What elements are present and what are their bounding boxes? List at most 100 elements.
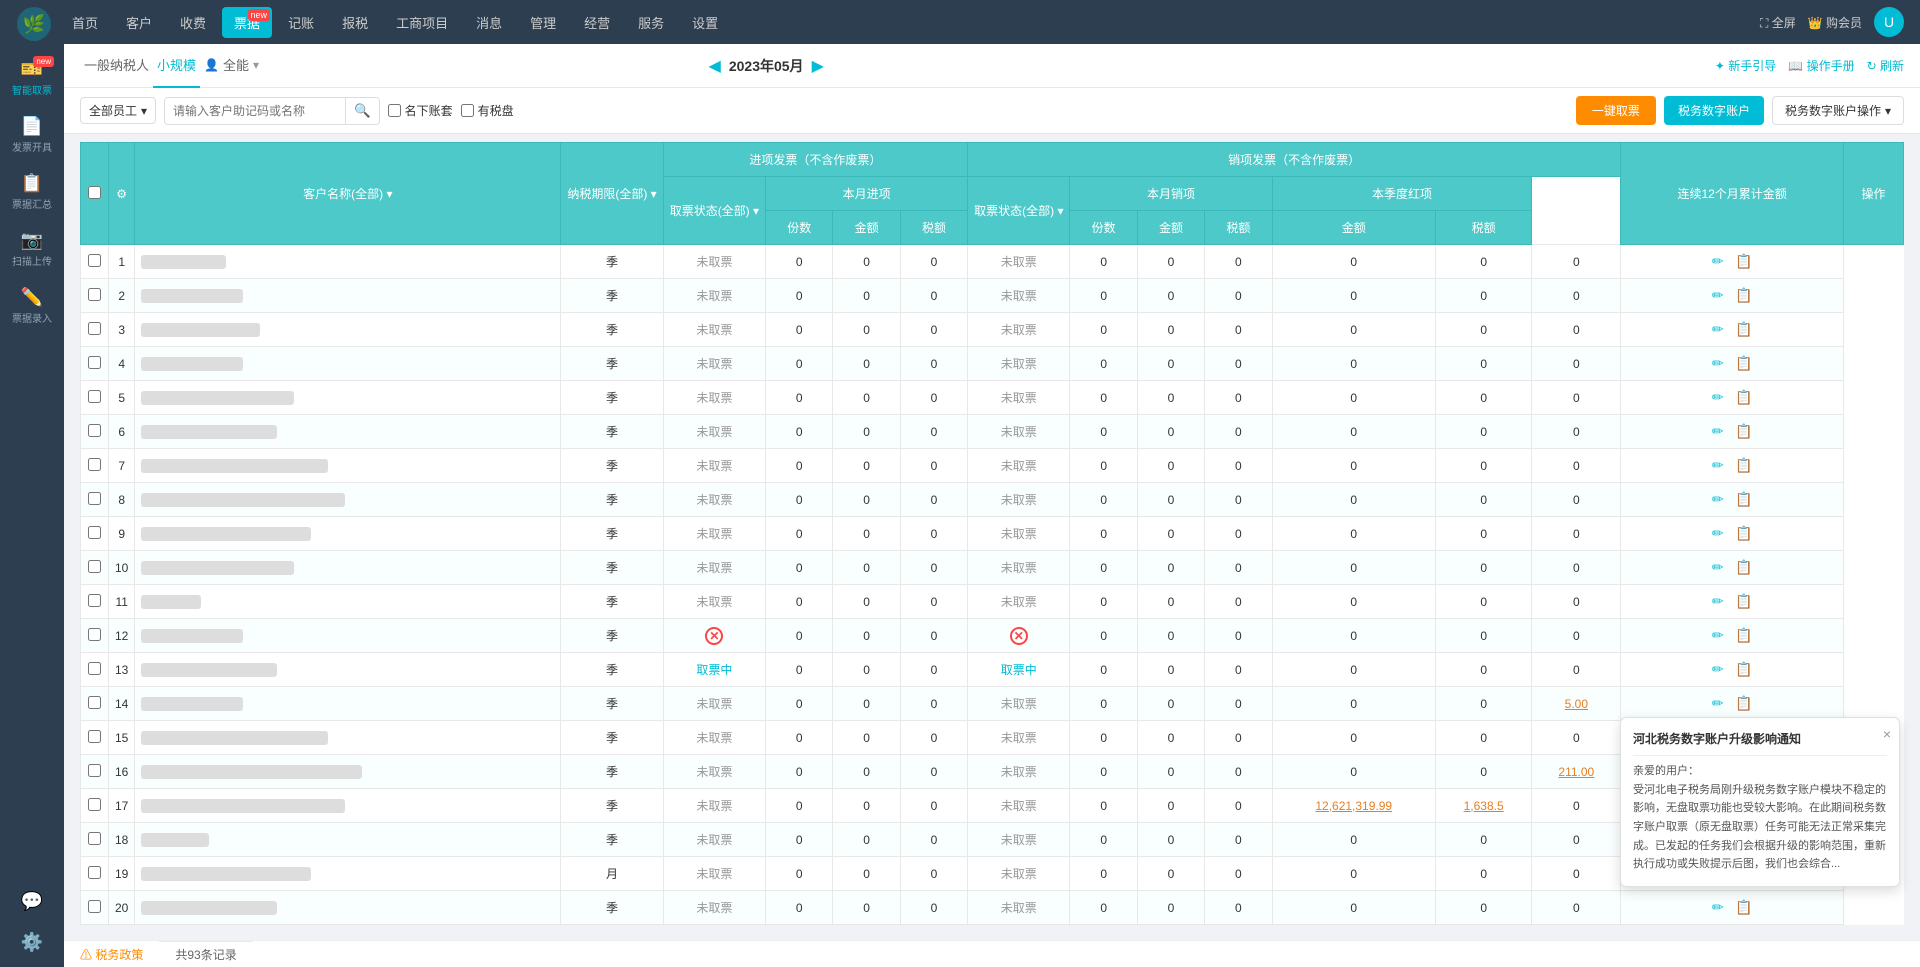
prev-month-btn[interactable]: ◀ xyxy=(709,56,721,76)
copy-btn[interactable]: 📋 xyxy=(1731,353,1756,374)
edit-btn[interactable]: ✏ xyxy=(1708,523,1728,544)
fullscreen-btn[interactable]: ⛶ 全屏 xyxy=(1760,14,1796,31)
search-button[interactable]: 🔍 xyxy=(345,98,379,124)
copy-btn[interactable]: 📋 xyxy=(1731,319,1756,340)
copy-btn[interactable]: 📋 xyxy=(1731,693,1756,714)
row-checkbox-cell[interactable] xyxy=(81,585,109,619)
row-checkbox[interactable] xyxy=(88,322,101,335)
row-checkbox[interactable] xyxy=(88,594,101,607)
copy-btn[interactable]: 📋 xyxy=(1731,489,1756,510)
row-checkbox[interactable] xyxy=(88,866,101,879)
nav-settings[interactable]: 设置 xyxy=(680,7,730,38)
row-checkbox[interactable] xyxy=(88,764,101,777)
nav-billing[interactable]: 收费 xyxy=(168,7,218,38)
row-checkbox-cell[interactable] xyxy=(81,245,109,279)
sidebar-item-invoice-summary[interactable]: 📋 票据汇总 xyxy=(4,166,60,219)
copy-btn[interactable]: 📋 xyxy=(1731,897,1756,918)
row-checkbox[interactable] xyxy=(88,696,101,709)
copy-btn[interactable]: 📋 xyxy=(1731,523,1756,544)
row-checkbox[interactable] xyxy=(88,526,101,539)
row-checkbox[interactable] xyxy=(88,900,101,913)
row-checkbox[interactable] xyxy=(88,492,101,505)
row-checkbox-cell[interactable] xyxy=(81,347,109,381)
row-checkbox-cell[interactable] xyxy=(81,313,109,347)
row-checkbox-cell[interactable] xyxy=(81,857,109,891)
next-month-btn[interactable]: ▶ xyxy=(812,56,824,76)
row-checkbox-cell[interactable] xyxy=(81,823,109,857)
sidebar-settings-btn[interactable]: ⚙️ xyxy=(15,926,49,959)
select-all-checkbox[interactable] xyxy=(88,186,101,199)
tab-small-scale[interactable]: 小规模 xyxy=(153,44,200,88)
copy-btn[interactable]: 📋 xyxy=(1731,591,1756,612)
row-checkbox[interactable] xyxy=(88,662,101,675)
edit-btn[interactable]: ✏ xyxy=(1708,489,1728,510)
row-checkbox-cell[interactable] xyxy=(81,619,109,653)
nav-operation[interactable]: 经营 xyxy=(572,7,622,38)
user-avatar[interactable]: U xyxy=(1874,7,1904,37)
manual-link[interactable]: 📖 操作手册 xyxy=(1788,57,1854,74)
mysheet-checkbox-label[interactable]: 名下账套 xyxy=(388,102,453,119)
search-input[interactable] xyxy=(165,99,345,123)
row-checkbox[interactable] xyxy=(88,628,101,641)
th-out-status[interactable]: 取票状态(全部) ▾ xyxy=(968,177,1070,245)
nav-message[interactable]: 消息 xyxy=(464,7,514,38)
guide-link[interactable]: ✦ 新手引导 xyxy=(1715,57,1776,74)
row-checkbox[interactable] xyxy=(88,356,101,369)
row-checkbox[interactable] xyxy=(88,424,101,437)
row-checkbox[interactable] xyxy=(88,560,101,573)
edit-btn[interactable]: ✏ xyxy=(1708,251,1728,272)
copy-btn[interactable]: 📋 xyxy=(1731,421,1756,442)
edit-btn[interactable]: ✏ xyxy=(1708,319,1728,340)
edit-btn[interactable]: ✏ xyxy=(1708,693,1728,714)
edit-btn[interactable]: ✏ xyxy=(1708,421,1728,442)
tab-general-taxpayer[interactable]: 一般纳税人 xyxy=(80,44,153,88)
nav-manage[interactable]: 管理 xyxy=(518,7,568,38)
copy-btn[interactable]: 📋 xyxy=(1731,557,1756,578)
edit-btn[interactable]: ✏ xyxy=(1708,625,1728,646)
onekey-ticket-btn[interactable]: 一键取票 xyxy=(1576,96,1656,125)
row-checkbox-cell[interactable] xyxy=(81,653,109,687)
mysheet-checkbox[interactable] xyxy=(388,104,401,117)
edit-btn[interactable]: ✏ xyxy=(1708,591,1728,612)
nav-tax[interactable]: 报税 xyxy=(330,7,380,38)
nav-service[interactable]: 服务 xyxy=(626,7,676,38)
row-checkbox-cell[interactable] xyxy=(81,755,109,789)
sidebar-item-invoice-open[interactable]: 📄 发票开具 xyxy=(4,109,60,162)
row-checkbox[interactable] xyxy=(88,390,101,403)
row-checkbox[interactable] xyxy=(88,730,101,743)
row-checkbox[interactable] xyxy=(88,254,101,267)
copy-btn[interactable]: 📋 xyxy=(1731,455,1756,476)
sidebar-message-btn[interactable]: 💬 xyxy=(15,885,49,918)
copy-btn[interactable]: 📋 xyxy=(1731,251,1756,272)
row-checkbox-cell[interactable] xyxy=(81,721,109,755)
edit-btn[interactable]: ✏ xyxy=(1708,557,1728,578)
row-checkbox-cell[interactable] xyxy=(81,687,109,721)
edit-btn[interactable]: ✏ xyxy=(1708,897,1728,918)
tab-all-ability[interactable]: 👤 全能 ▾ xyxy=(200,44,263,88)
nav-business[interactable]: 工商项目 xyxy=(384,7,460,38)
edit-btn[interactable]: ✏ xyxy=(1708,659,1728,680)
nav-accounting[interactable]: 记账 xyxy=(276,7,326,38)
hastax-checkbox-label[interactable]: 有税盘 xyxy=(461,102,514,119)
row-checkbox-cell[interactable] xyxy=(81,517,109,551)
row-checkbox-cell[interactable] xyxy=(81,381,109,415)
digital-account-op-btn[interactable]: 税务数字账户操作 ▾ xyxy=(1772,96,1904,125)
row-checkbox-cell[interactable] xyxy=(81,279,109,313)
row-checkbox-cell[interactable] xyxy=(81,551,109,585)
nav-customer[interactable]: 客户 xyxy=(114,7,164,38)
copy-btn[interactable]: 📋 xyxy=(1731,625,1756,646)
nav-invoice[interactable]: 票据 new xyxy=(222,7,272,38)
copy-btn[interactable]: 📋 xyxy=(1731,387,1756,408)
row-checkbox[interactable] xyxy=(88,288,101,301)
membership-btn[interactable]: 👑 购会员 xyxy=(1808,14,1862,31)
copy-btn[interactable]: 📋 xyxy=(1731,659,1756,680)
row-checkbox-cell[interactable] xyxy=(81,415,109,449)
row-checkbox-cell[interactable] xyxy=(81,789,109,823)
digital-account-btn[interactable]: 税务数字账户 xyxy=(1664,96,1764,125)
copy-btn[interactable]: 📋 xyxy=(1731,285,1756,306)
th-client[interactable]: 客户名称(全部) ▾ xyxy=(135,143,561,245)
row-checkbox[interactable] xyxy=(88,798,101,811)
edit-btn[interactable]: ✏ xyxy=(1708,353,1728,374)
edit-btn[interactable]: ✏ xyxy=(1708,455,1728,476)
notification-close-btn[interactable]: × xyxy=(1883,726,1891,742)
